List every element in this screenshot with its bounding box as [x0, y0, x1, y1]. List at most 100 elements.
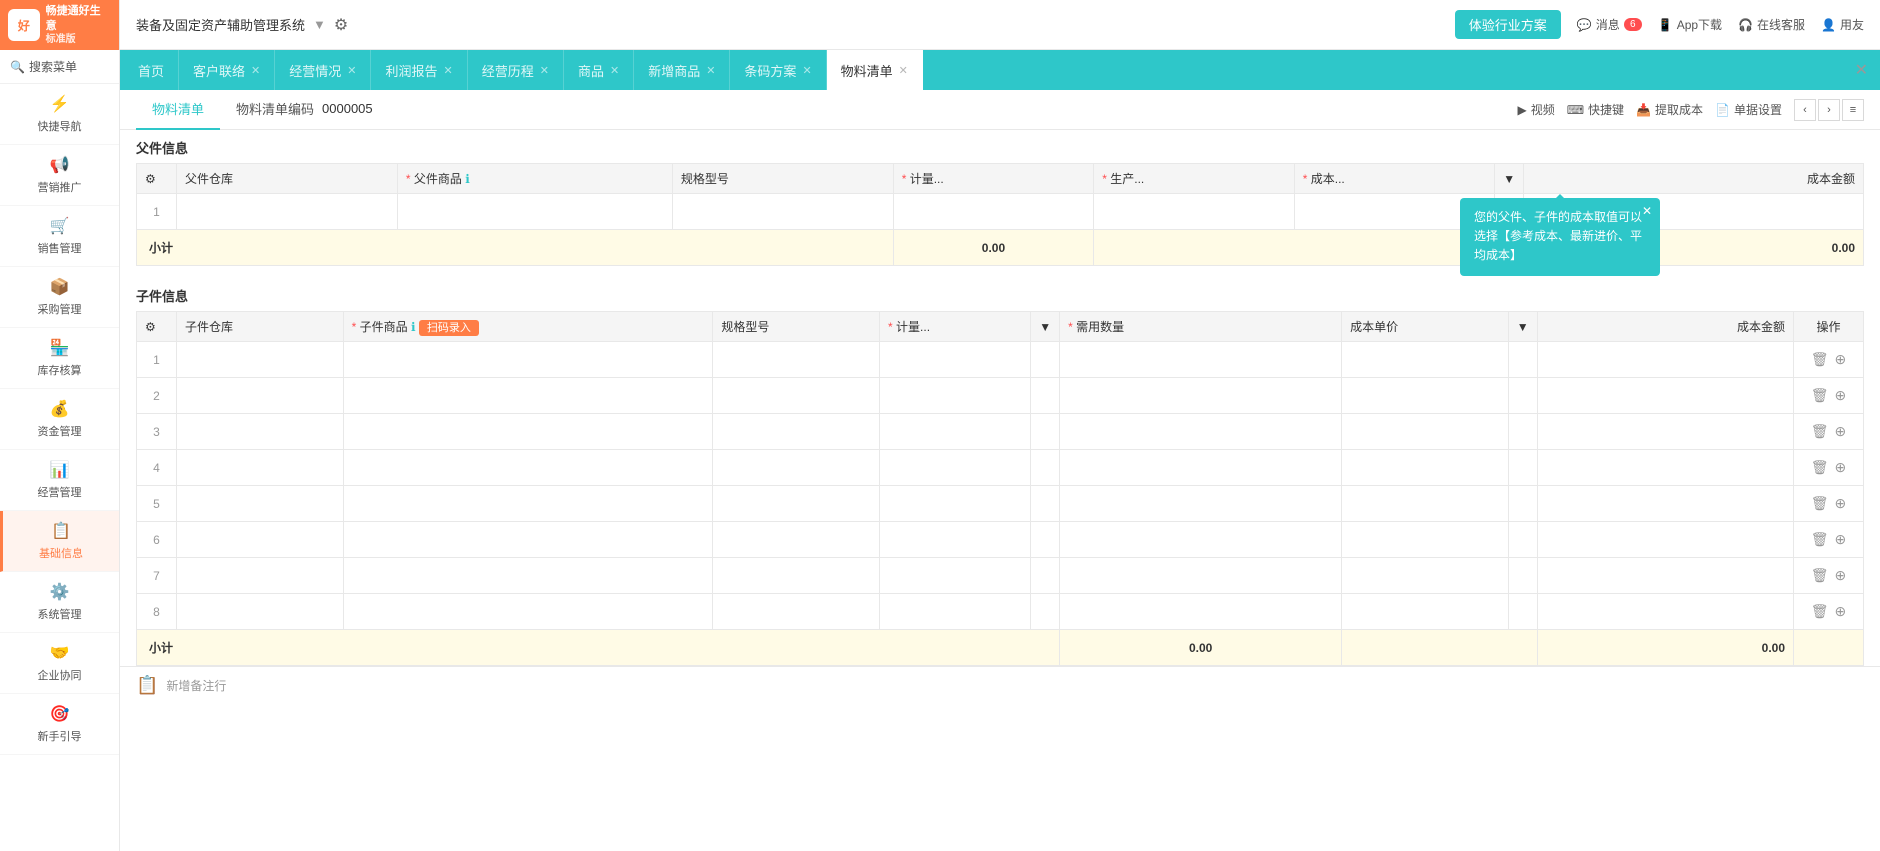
- child-row-1-warehouse[interactable]: [177, 342, 344, 378]
- sidebar-search[interactable]: 🔍 搜索菜单: [0, 50, 119, 84]
- parent-row-1-warehouse[interactable]: [177, 194, 398, 230]
- tab-customers[interactable]: 客户联络 ✕: [179, 50, 275, 90]
- sidebar-item-purchase[interactable]: 📦 采购管理: [0, 267, 119, 328]
- sidebar-item-guide[interactable]: 🎯 新手引导: [0, 694, 119, 755]
- tab-new-goods[interactable]: 新增商品 ✕: [634, 50, 730, 90]
- child-row-8-qty-unit[interactable]: [880, 594, 1031, 630]
- child-row-6-delete-icon[interactable]: 🗑: [1811, 531, 1829, 548]
- child-row-8-goods[interactable]: [343, 594, 713, 630]
- tooltip-close-button[interactable]: ✕: [1642, 202, 1652, 221]
- child-row-3-warehouse[interactable]: [177, 414, 344, 450]
- child-row-1-delete-icon[interactable]: 🗑: [1811, 351, 1829, 368]
- parent-row-1-spec[interactable]: [672, 194, 893, 230]
- th-parent-more[interactable]: ▼: [1495, 164, 1524, 194]
- add-row-icon[interactable]: 📋: [136, 675, 158, 696]
- nav-next-button[interactable]: ›: [1818, 99, 1840, 121]
- child-row-6-qty-unit[interactable]: [880, 522, 1031, 558]
- th-child-more1[interactable]: ▼: [1031, 312, 1060, 342]
- sidebar-item-inventory[interactable]: 🏪 库存核算: [0, 328, 119, 389]
- trial-button[interactable]: 体验行业方案: [1455, 10, 1561, 39]
- child-row-6-need-qty[interactable]: [1060, 522, 1342, 558]
- child-row-5-warehouse[interactable]: [177, 486, 344, 522]
- child-row-5-delete-icon[interactable]: 🗑: [1811, 495, 1829, 512]
- child-row-8-unit-cost[interactable]: [1342, 594, 1509, 630]
- child-row-7-delete-icon[interactable]: 🗑: [1811, 567, 1829, 584]
- tab-bom[interactable]: 物料清单 ✕: [827, 50, 923, 90]
- child-row-4-unit-cost[interactable]: [1342, 450, 1509, 486]
- child-row-5-copy-icon[interactable]: ⊕: [1835, 495, 1847, 512]
- online-service-button[interactable]: 🎧 在线客服: [1738, 16, 1805, 33]
- tab-history[interactable]: 经营历程 ✕: [468, 50, 564, 90]
- close-operation-status-tab[interactable]: ✕: [347, 64, 356, 77]
- child-row-5-qty-unit[interactable]: [880, 486, 1031, 522]
- child-row-2-copy-icon[interactable]: ⊕: [1835, 387, 1847, 404]
- sidebar-item-quick-nav[interactable]: ⚡ 快捷导航: [0, 84, 119, 145]
- child-row-6-unit-cost[interactable]: [1342, 522, 1509, 558]
- child-row-7-qty-unit[interactable]: [880, 558, 1031, 594]
- sidebar-item-basic[interactable]: 📋 基础信息: [0, 511, 119, 572]
- add-row-label[interactable]: 新增备注行: [166, 677, 226, 694]
- child-row-3-need-qty[interactable]: [1060, 414, 1342, 450]
- close-goods-tab[interactable]: ✕: [610, 64, 619, 77]
- sidebar-item-sales[interactable]: 🛒 销售管理: [0, 206, 119, 267]
- child-row-8-delete-icon[interactable]: 🗑: [1811, 603, 1829, 620]
- user-menu[interactable]: 👤 用友: [1821, 16, 1864, 33]
- app-download-button[interactable]: 📱 App下载: [1658, 16, 1722, 33]
- tab-home[interactable]: 首页: [124, 50, 179, 90]
- child-row-7-spec[interactable]: [713, 558, 880, 594]
- child-row-8-copy-icon[interactable]: ⊕: [1835, 603, 1847, 620]
- sidebar-item-operation[interactable]: 📊 经营管理: [0, 450, 119, 511]
- extract-cost-button[interactable]: 📥 提取成本: [1636, 101, 1703, 118]
- child-row-2-delete-icon[interactable]: 🗑: [1811, 387, 1829, 404]
- parent-row-1-qty-unit[interactable]: [893, 194, 1094, 230]
- th-parent-settings[interactable]: ⚙: [137, 164, 177, 194]
- child-row-7-unit-cost[interactable]: [1342, 558, 1509, 594]
- child-row-8-warehouse[interactable]: [177, 594, 344, 630]
- child-row-3-copy-icon[interactable]: ⊕: [1835, 423, 1847, 440]
- close-bom-tab[interactable]: ✕: [899, 64, 908, 77]
- child-row-3-delete-icon[interactable]: 🗑: [1811, 423, 1829, 440]
- child-row-6-goods[interactable]: [343, 522, 713, 558]
- close-history-tab[interactable]: ✕: [540, 64, 549, 77]
- message-button[interactable]: 💬 消息 6: [1577, 16, 1642, 33]
- sidebar-item-enterprise[interactable]: 🤝 企业协同: [0, 633, 119, 694]
- sidebar-item-finance[interactable]: 💰 资金管理: [0, 389, 119, 450]
- sidebar-item-marketing[interactable]: 📢 营销推广: [0, 145, 119, 206]
- child-row-4-warehouse[interactable]: [177, 450, 344, 486]
- single-settings-button[interactable]: 📄 单据设置: [1715, 101, 1782, 118]
- child-row-4-goods[interactable]: [343, 450, 713, 486]
- child-row-1-spec[interactable]: [713, 342, 880, 378]
- child-row-2-qty-unit[interactable]: [880, 378, 1031, 414]
- child-row-5-goods[interactable]: [343, 486, 713, 522]
- close-barcode-tab[interactable]: ✕: [802, 64, 811, 77]
- settings-icon[interactable]: ⚙: [334, 15, 348, 35]
- child-row-1-need-qty[interactable]: [1060, 342, 1342, 378]
- sidebar-item-system[interactable]: ⚙️ 系统管理: [0, 572, 119, 633]
- child-row-3-spec[interactable]: [713, 414, 880, 450]
- th-child-settings[interactable]: ⚙: [137, 312, 177, 342]
- child-row-2-spec[interactable]: [713, 378, 880, 414]
- child-row-1-qty-unit[interactable]: [880, 342, 1031, 378]
- child-row-8-spec[interactable]: [713, 594, 880, 630]
- child-row-7-warehouse[interactable]: [177, 558, 344, 594]
- child-row-2-need-qty[interactable]: [1060, 378, 1342, 414]
- child-row-2-goods[interactable]: [343, 378, 713, 414]
- child-row-4-delete-icon[interactable]: 🗑: [1811, 459, 1829, 476]
- close-customers-tab[interactable]: ✕: [251, 64, 260, 77]
- close-all-button[interactable]: ✕: [1847, 56, 1876, 84]
- view-button[interactable]: ▶ 视频: [1517, 101, 1554, 118]
- child-row-3-goods[interactable]: [343, 414, 713, 450]
- child-row-4-need-qty[interactable]: [1060, 450, 1342, 486]
- child-row-7-need-qty[interactable]: [1060, 558, 1342, 594]
- child-row-4-spec[interactable]: [713, 450, 880, 486]
- nav-list-button[interactable]: ≡: [1842, 99, 1864, 121]
- child-row-8-need-qty[interactable]: [1060, 594, 1342, 630]
- tab-operation-status[interactable]: 经营情况 ✕: [275, 50, 371, 90]
- child-row-1-copy-icon[interactable]: ⊕: [1835, 351, 1847, 368]
- child-row-5-unit-cost[interactable]: [1342, 486, 1509, 522]
- child-row-6-warehouse[interactable]: [177, 522, 344, 558]
- th-child-more2[interactable]: ▼: [1508, 312, 1537, 342]
- parent-row-1-goods[interactable]: [397, 194, 672, 230]
- child-row-7-goods[interactable]: [343, 558, 713, 594]
- nav-prev-button[interactable]: ‹: [1794, 99, 1816, 121]
